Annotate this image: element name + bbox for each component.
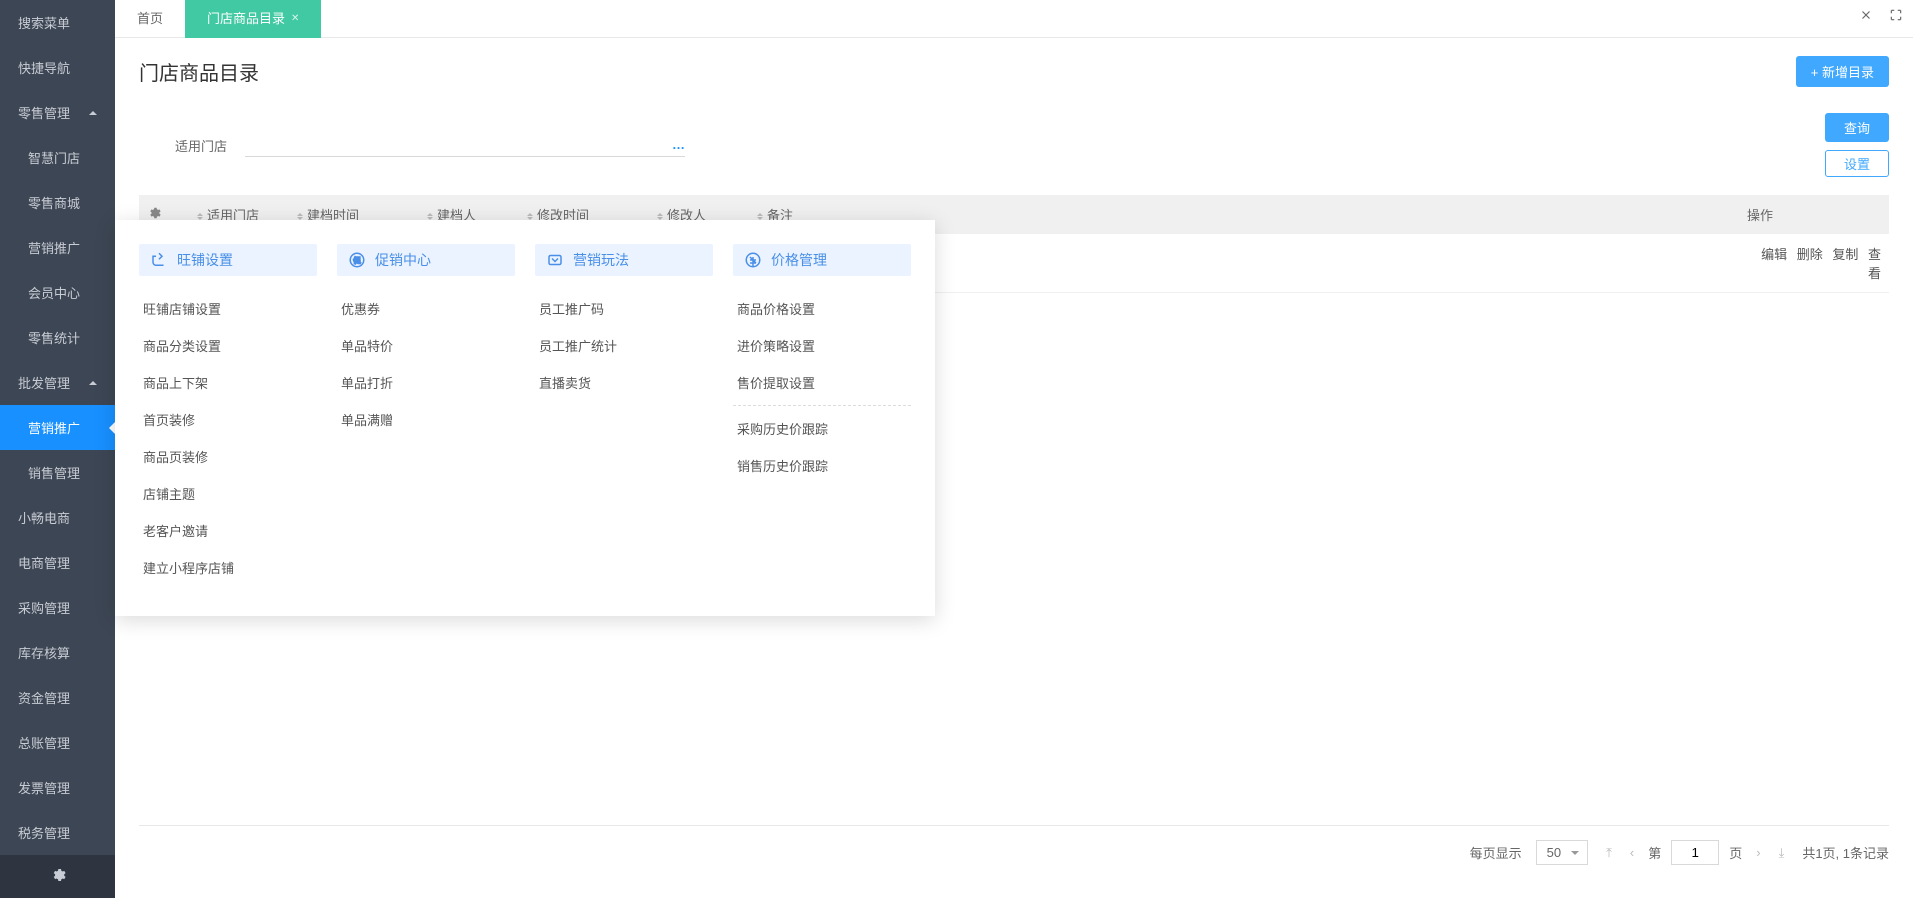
sidebar-invoice[interactable]: 发票管理: [0, 765, 115, 810]
mega-item[interactable]: 单品满赠: [337, 401, 515, 438]
sidebar-ecomm-mgr[interactable]: 电商管理: [0, 540, 115, 585]
close-icon[interactable]: ✕: [291, 0, 299, 38]
mega-item[interactable]: 优惠券: [337, 290, 515, 327]
filter-label: 适用门店: [175, 136, 227, 155]
sidebar-ecomm-1[interactable]: 小畅电商: [0, 495, 115, 540]
mega-item[interactable]: 旺铺店铺设置: [139, 290, 317, 327]
page-summary: 共1页, 1条记录: [1802, 843, 1889, 862]
page-first-icon[interactable]: ⤒: [1602, 845, 1616, 861]
sidebar-sales-mgr[interactable]: 销售管理: [0, 450, 115, 495]
mega-item[interactable]: 员工推广统计: [535, 327, 713, 364]
filter-store-input[interactable]: …: [245, 133, 685, 157]
sidebar-member-center[interactable]: 会员中心: [0, 270, 115, 315]
per-page-label: 每页显示: [1470, 843, 1522, 862]
action-edit[interactable]: 编辑: [1761, 247, 1787, 262]
settings-button[interactable]: 设置: [1825, 150, 1889, 177]
action-copy[interactable]: 复制: [1832, 247, 1858, 262]
mega-item[interactable]: 员工推广码: [535, 290, 713, 327]
mega-item[interactable]: 采购历史价跟踪: [733, 410, 911, 447]
promo-icon: 促: [347, 250, 367, 270]
mega-item[interactable]: 商品页装修: [139, 438, 317, 475]
sidebar-marketing-2[interactable]: 营销推广: [0, 405, 115, 450]
mega-header-marketing: 营销玩法: [535, 244, 713, 276]
mega-item[interactable]: 销售历史价跟踪: [733, 447, 911, 484]
mega-item[interactable]: 建立小程序店铺: [139, 549, 317, 586]
page-title: 门店商品目录: [139, 57, 1796, 86]
mega-item[interactable]: 商品价格设置: [733, 290, 911, 327]
sidebar-retail-mall[interactable]: 零售商城: [0, 180, 115, 225]
divider: [733, 405, 911, 406]
per-page-select[interactable]: 50: [1536, 840, 1588, 865]
sidebar-retail-mgr[interactable]: 零售管理: [0, 90, 115, 135]
mega-menu: 旺铺设置 旺铺店铺设置 商品分类设置 商品上下架 首页装修 商品页装修 店铺主题…: [115, 220, 935, 616]
sidebar-search[interactable]: 搜索菜单: [0, 0, 115, 45]
mega-item[interactable]: 老客户邀请: [139, 512, 317, 549]
shop-icon: [149, 250, 169, 270]
mega-item[interactable]: 单品打折: [337, 364, 515, 401]
sidebar-ledger[interactable]: 总账管理: [0, 720, 115, 765]
tabs: 首页 门店商品目录 ✕: [115, 0, 1913, 38]
sidebar-wholesale[interactable]: 批发管理: [0, 360, 115, 405]
page-last-icon[interactable]: ⤓: [1775, 845, 1789, 861]
sidebar-quick-nav[interactable]: 快捷导航: [0, 45, 115, 90]
mega-header-promo: 促 促销中心: [337, 244, 515, 276]
query-button[interactable]: 查询: [1825, 113, 1889, 142]
mega-header-shop: 旺铺设置: [139, 244, 317, 276]
sidebar-purchase[interactable]: 采购管理: [0, 585, 115, 630]
page-prefix: 第: [1648, 843, 1661, 862]
close-all-icon[interactable]: [1859, 8, 1873, 25]
sidebar: 搜索菜单 快捷导航 零售管理 智慧门店 零售商城 营销推广 会员中心 零售统计 …: [0, 0, 115, 885]
mega-item[interactable]: 售价提取设置: [733, 364, 911, 401]
mega-item[interactable]: 店铺主题: [139, 475, 317, 512]
sidebar-footer[interactable]: [0, 855, 115, 898]
fullscreen-icon[interactable]: [1889, 8, 1903, 25]
pagination: 每页显示 50 ⤒ ‹ 第 页 › ⤓ 共1页, 1条记录: [139, 825, 1889, 865]
page-next-icon[interactable]: ›: [1752, 845, 1764, 860]
mega-item[interactable]: 直播卖货: [535, 364, 713, 401]
mega-item[interactable]: 商品分类设置: [139, 327, 317, 364]
price-icon: [743, 250, 763, 270]
svg-text:促: 促: [353, 256, 361, 265]
ellipsis-icon[interactable]: …: [672, 137, 685, 152]
sidebar-retail-stats[interactable]: 零售统计: [0, 315, 115, 360]
page-input[interactable]: [1671, 840, 1719, 865]
action-view[interactable]: 查看: [1868, 247, 1881, 281]
mega-item[interactable]: 进价策略设置: [733, 327, 911, 364]
page-suffix: 页: [1729, 843, 1742, 862]
sidebar-inventory[interactable]: 库存核算: [0, 630, 115, 675]
gear-icon: [50, 867, 66, 886]
marketing-icon: [545, 250, 565, 270]
page-prev-icon[interactable]: ‹: [1626, 845, 1638, 860]
tab-home[interactable]: 首页: [115, 0, 185, 38]
mega-item[interactable]: 商品上下架: [139, 364, 317, 401]
sidebar-finance[interactable]: 资金管理: [0, 675, 115, 720]
mega-item[interactable]: 单品特价: [337, 327, 515, 364]
sidebar-tax[interactable]: 税务管理: [0, 810, 115, 855]
mega-item[interactable]: 首页装修: [139, 401, 317, 438]
tab-catalog-label: 门店商品目录: [207, 0, 285, 38]
action-delete[interactable]: 删除: [1797, 247, 1823, 262]
tab-catalog[interactable]: 门店商品目录 ✕: [185, 0, 321, 38]
sidebar-smart-store[interactable]: 智慧门店: [0, 135, 115, 180]
sidebar-marketing-1[interactable]: 营销推广: [0, 225, 115, 270]
col-actions: 操作: [1739, 195, 1889, 234]
add-catalog-button[interactable]: 新增目录: [1796, 56, 1889, 87]
mega-header-price: 价格管理: [733, 244, 911, 276]
